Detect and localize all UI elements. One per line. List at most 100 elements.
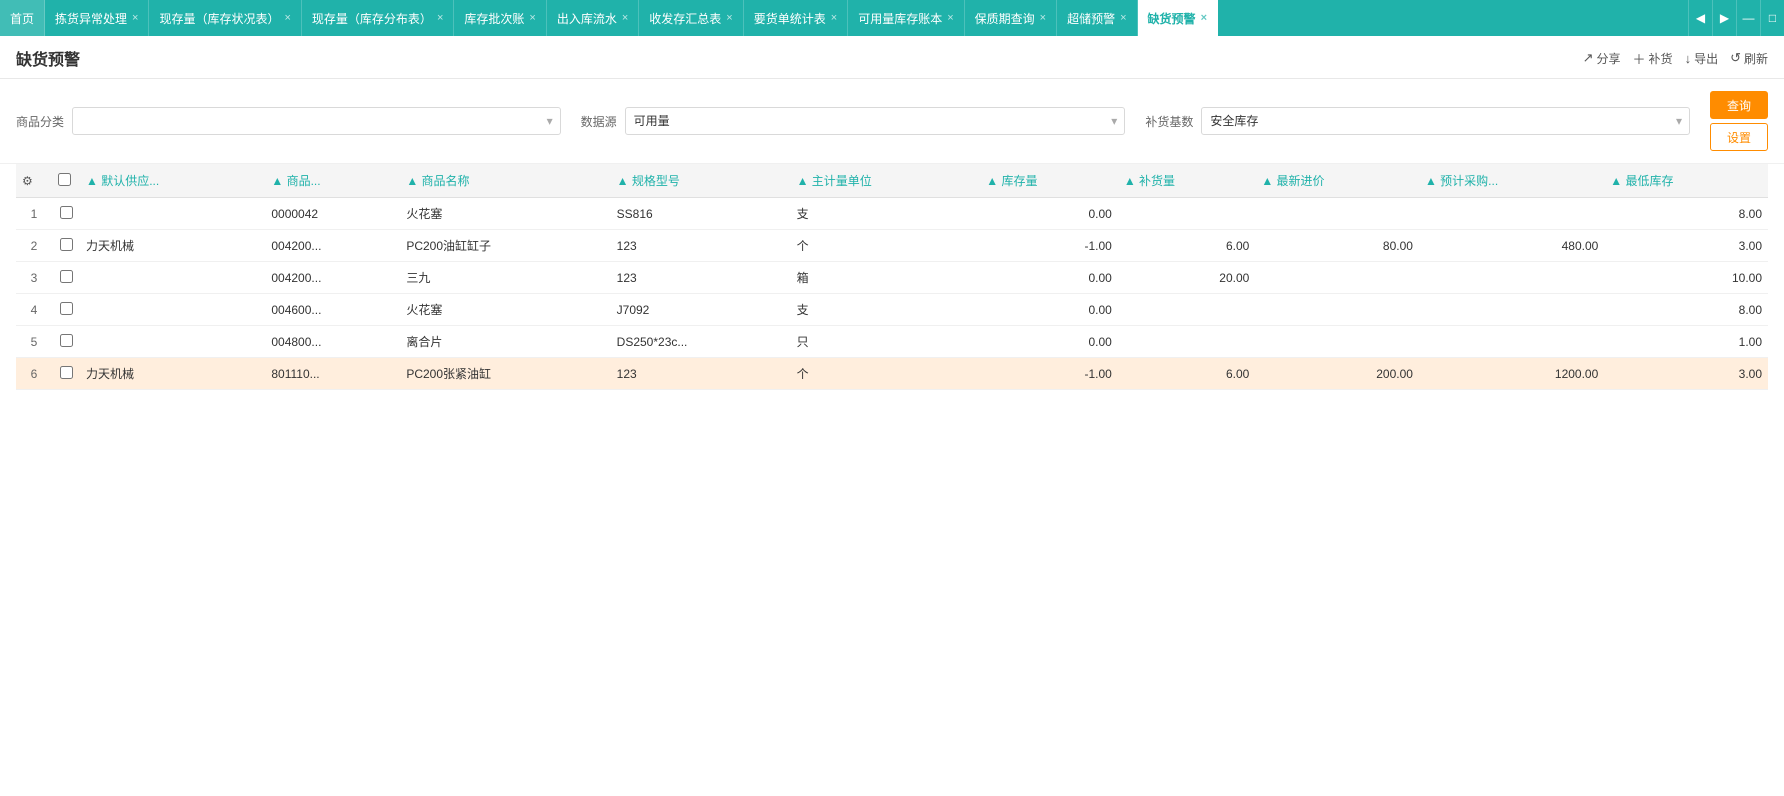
export-button[interactable]: ↓导出 [1685,50,1719,67]
th-unit[interactable]: ▲ 主计量单位 [791,164,981,198]
tab-close-available-ledger[interactable]: × [947,12,953,24]
category-select-wrapper: 全部 [72,107,561,135]
tab-item-overstock[interactable]: 超储预警× [1057,0,1137,36]
tab-item-inout-flow[interactable]: 出入库流水× [547,0,639,36]
td-min-stock: 8.00 [1604,294,1768,326]
tab-item-inventory-dist[interactable]: 现存量（库存分布表）× [302,0,454,36]
replenish-button[interactable]: ＋补货 [1633,49,1673,68]
tab-close-expiry-query[interactable]: × [1040,12,1046,24]
tab-close-order-stats[interactable]: × [831,12,837,24]
tab-close-inout-flow[interactable]: × [622,12,628,24]
tab-close-inventory-status[interactable]: × [284,12,290,24]
th-product-code[interactable]: ▲ 商品... [265,164,400,198]
table-row[interactable]: 5 004800... 离合片 DS250*23c... 只 0.00 1.00 [16,326,1768,358]
tab-item-inventory-status[interactable]: 现存量（库存状况表）× [149,0,301,36]
td-stock-qty: -1.00 [980,358,1118,390]
tab-item-batch-account[interactable]: 库存批次账× [454,0,546,36]
td-min-stock: 8.00 [1604,198,1768,230]
td-checkbox[interactable] [52,198,80,230]
td-replenish-qty: 6.00 [1118,230,1256,262]
replenish-base-select[interactable]: 安全库存 最低库存 [1201,107,1690,135]
td-latest-price [1255,198,1419,230]
tab-maximize-button[interactable]: □ [1760,0,1784,36]
td-product-code: 004200... [265,262,400,294]
category-label: 商品分类 [16,113,64,130]
td-stock-qty: -1.00 [980,230,1118,262]
replenish-base-select-wrapper: 安全库存 最低库存 [1201,107,1690,135]
th-checkbox[interactable] [52,164,80,198]
td-spec: 123 [611,230,791,262]
row-checkbox[interactable] [60,302,73,315]
table-row[interactable]: 4 004600... 火花塞 J7092 支 0.00 8.00 [16,294,1768,326]
tab-close-shortage[interactable]: × [1201,12,1207,24]
th-replenish-qty[interactable]: ▲ 补货量 [1118,164,1256,198]
tab-minimize-button[interactable]: — [1736,0,1760,36]
td-product-code: 801110... [265,358,400,390]
tab-item-order-stats[interactable]: 要货单统计表× [744,0,848,36]
th-estimated-purchase[interactable]: ▲ 预计采购... [1419,164,1604,198]
td-product-name: 离合片 [400,326,610,358]
td-min-stock: 3.00 [1604,358,1768,390]
query-button[interactable]: 查询 [1710,91,1768,119]
td-unit: 个 [791,230,981,262]
filter-actions: 查询 设置 [1710,91,1768,151]
table-row[interactable]: 2 力天机械 004200... PC200油缸缸子 123 个 -1.00 6… [16,230,1768,262]
datasource-label: 数据源 [581,113,617,130]
td-row-num: 4 [16,294,52,326]
tab-prev-button[interactable]: ◀ [1688,0,1712,36]
td-stock-qty: 0.00 [980,198,1118,230]
tab-close-abnormal[interactable]: × [132,12,138,24]
datasource-select-wrapper: 可用量 库存量 [625,107,1126,135]
tab-item-abnormal[interactable]: 拣货异常处理× [45,0,149,36]
th-spec[interactable]: ▲ 规格型号 [611,164,791,198]
tab-item-receive-summary[interactable]: 收发存汇总表× [639,0,743,36]
category-select[interactable]: 全部 [72,107,561,135]
settings-button[interactable]: 设置 [1710,123,1768,151]
tab-close-batch-account[interactable]: × [529,12,535,24]
td-unit: 只 [791,326,981,358]
td-checkbox[interactable] [52,358,80,390]
row-checkbox[interactable] [60,238,73,251]
tab-item-shortage[interactable]: 缺货预警× [1138,0,1218,36]
row-checkbox[interactable] [60,270,73,283]
tab-close-overstock[interactable]: × [1120,12,1126,24]
share-button[interactable]: ↗分享 [1583,50,1621,67]
td-checkbox[interactable] [52,230,80,262]
tab-nav-buttons: ◀ ▶ — □ [1688,0,1784,36]
table-row[interactable]: 3 004200... 三九 123 箱 0.00 20.00 10.00 [16,262,1768,294]
table-row[interactable]: 1 0000042 火花塞 SS816 支 0.00 8.00 [16,198,1768,230]
td-checkbox[interactable] [52,262,80,294]
td-replenish-qty [1118,198,1256,230]
row-checkbox[interactable] [60,334,73,347]
tab-bar: 首页拣货异常处理×现存量（库存状况表）×现存量（库存分布表）×库存批次账×出入库… [0,0,1784,36]
tab-item-expiry-query[interactable]: 保质期查询× [965,0,1057,36]
replenish-label: 补货 [1649,50,1673,67]
th-product-name[interactable]: ▲ 商品名称 [400,164,610,198]
tab-item-home[interactable]: 首页 [0,0,45,36]
filter-replenish-base: 补货基数 安全库存 最低库存 [1145,107,1690,135]
th-default-supplier[interactable]: ▲ 默认供应... [80,164,265,198]
table-row[interactable]: 6 力天机械 801110... PC200张紧油缸 123 个 -1.00 6… [16,358,1768,390]
row-checkbox[interactable] [60,206,73,219]
refresh-button[interactable]: ↺刷新 [1730,50,1768,67]
td-default-supplier: 力天机械 [80,230,265,262]
th-min-stock[interactable]: ▲ 最低库存 [1604,164,1768,198]
header-actions: ↗分享 ＋补货 ↓导出 ↺刷新 [1583,49,1768,68]
td-checkbox[interactable] [52,294,80,326]
th-stock-qty[interactable]: ▲ 库存量 [980,164,1118,198]
th-latest-price[interactable]: ▲ 最新进价 [1255,164,1419,198]
td-checkbox[interactable] [52,326,80,358]
tab-close-inventory-dist[interactable]: × [437,12,443,24]
tab-close-receive-summary[interactable]: × [726,12,732,24]
row-checkbox[interactable] [60,366,73,379]
td-default-supplier [80,262,265,294]
tab-next-button[interactable]: ▶ [1712,0,1736,36]
td-product-name: PC200张紧油缸 [400,358,610,390]
tab-item-available-ledger[interactable]: 可用量库存账本× [848,0,964,36]
td-replenish-qty [1118,326,1256,358]
select-all-checkbox[interactable] [58,173,71,186]
th-settings[interactable]: ⚙ [16,164,52,198]
datasource-select[interactable]: 可用量 库存量 [625,107,1126,135]
filter-category: 商品分类 全部 [16,107,561,135]
td-estimated-purchase: 1200.00 [1419,358,1604,390]
